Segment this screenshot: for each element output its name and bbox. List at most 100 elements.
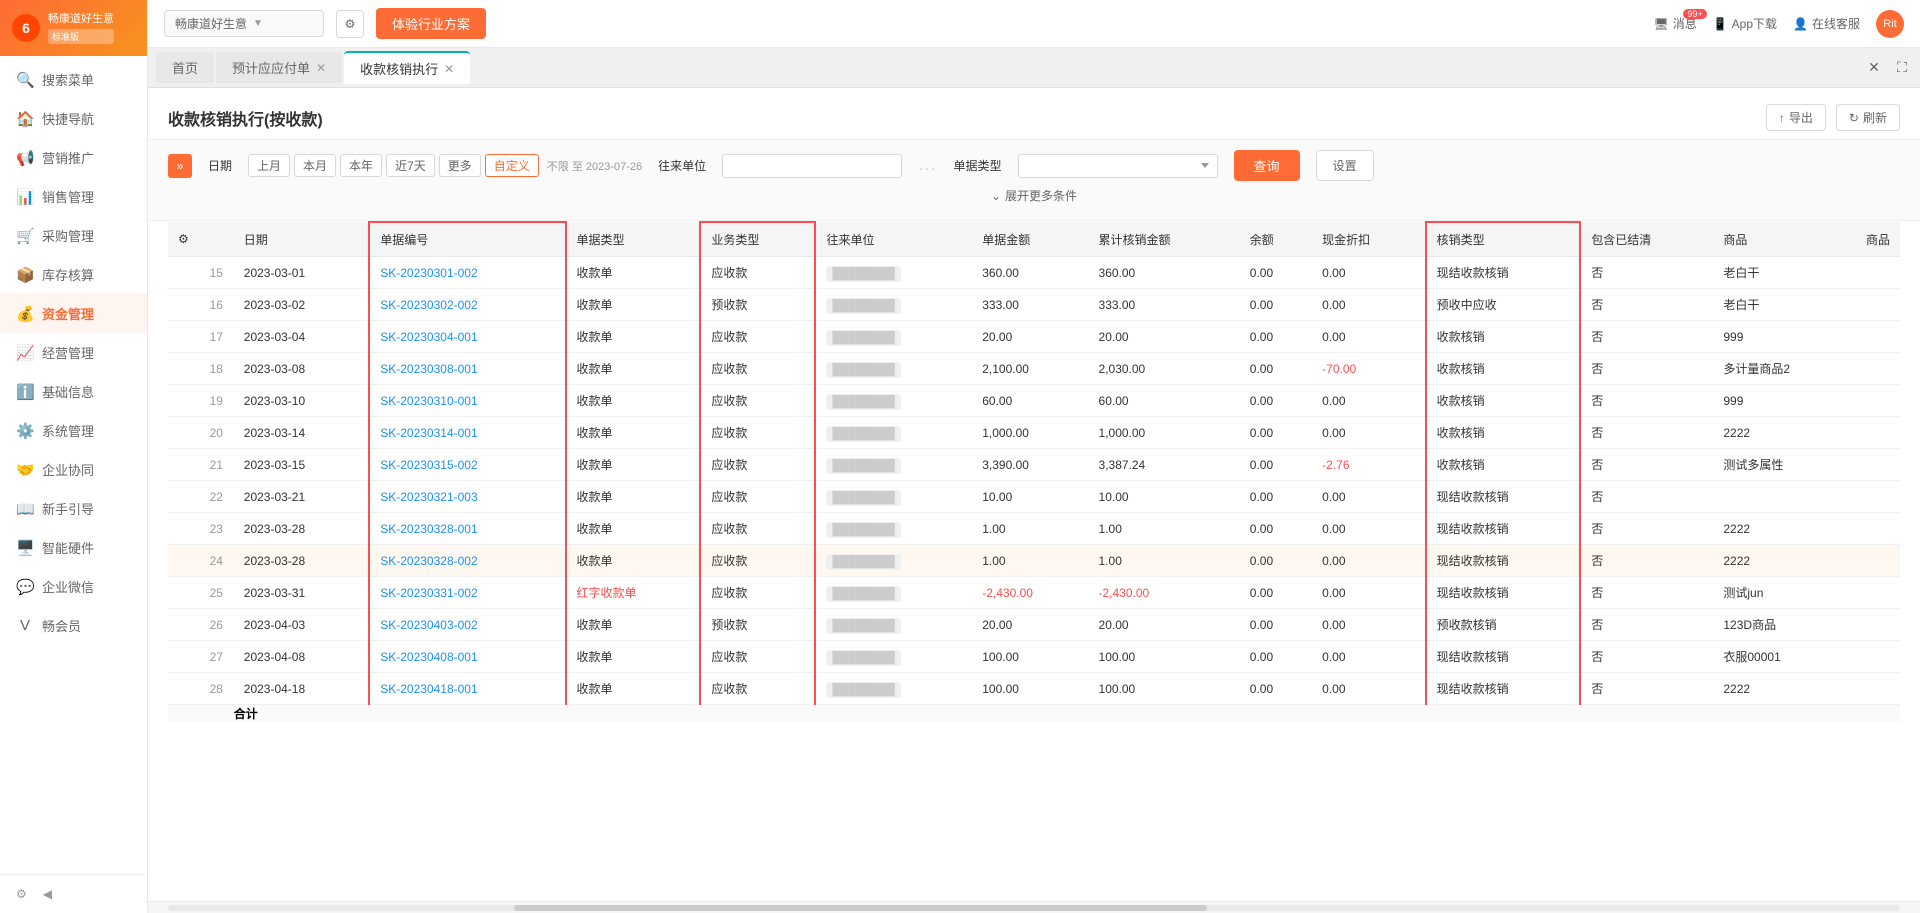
sidebar-item-guide[interactable]: 📖 新手引导: [0, 489, 147, 528]
tab-receivable[interactable]: 预计应应付单 ✕: [216, 52, 342, 83]
date-more-btn[interactable]: 更多: [439, 154, 481, 177]
col-cash-cell: 0.00: [1312, 673, 1425, 705]
col-settings-header[interactable]: ⚙: [168, 222, 199, 257]
partner-value: ████████: [826, 682, 900, 698]
date-last-month-btn[interactable]: 上月: [248, 154, 290, 177]
bill-no-link[interactable]: SK-20230308-001: [380, 362, 477, 376]
sidebar-item-inventory[interactable]: 📦 库存核算: [0, 255, 147, 294]
col-product2-cell: [1856, 385, 1900, 417]
table-row: 26 2023-04-03 SK-20230403-002 收款单 预收款 ██…: [168, 609, 1900, 641]
query-button[interactable]: 查询: [1234, 150, 1300, 181]
sidebar-item-finance[interactable]: 💰 资金管理: [0, 294, 147, 333]
col-product1-cell: 衣服00001: [1713, 641, 1856, 673]
filter-expand-button[interactable]: »: [168, 154, 192, 178]
col-rowno-cell: 21: [199, 449, 234, 481]
bill-no-link[interactable]: SK-20230331-002: [380, 586, 477, 600]
export-button[interactable]: ↑ 导出: [1766, 104, 1826, 131]
col-billtype-cell: 收款单: [566, 353, 701, 385]
col-product1-cell: 2222: [1713, 545, 1856, 577]
expand-window-button[interactable]: ⛶: [1892, 58, 1912, 78]
bill-no-link[interactable]: SK-20230328-001: [380, 522, 477, 536]
bill-no-link[interactable]: SK-20230328-002: [380, 554, 477, 568]
date-custom-btn[interactable]: 自定义: [485, 154, 539, 177]
col-partner-cell: ████████: [815, 577, 972, 609]
bill-no-link[interactable]: SK-20230408-001: [380, 650, 477, 664]
sidebar-item-hardware[interactable]: 🖥️ 智能硬件: [0, 528, 147, 567]
sidebar-item-purchase[interactable]: 🛒 采购管理: [0, 216, 147, 255]
logo-icon: 6: [12, 14, 40, 42]
partner-input[interactable]: [722, 154, 902, 178]
basic-icon: ℹ️: [16, 383, 34, 401]
col-product1-cell: 999: [1713, 321, 1856, 353]
tab-collection-close[interactable]: ✕: [444, 62, 454, 76]
close-window-button[interactable]: ✕: [1864, 58, 1884, 78]
col-include-settled-header: 包含已结清: [1580, 222, 1713, 257]
solution-button[interactable]: 体验行业方案: [376, 8, 486, 39]
company-selector[interactable]: 畅康道好生意 ▼: [164, 10, 324, 37]
messages-button[interactable]: 🖥 消息 99+: [1653, 15, 1696, 32]
col-balance-cell: 0.00: [1240, 641, 1312, 673]
partner-value: ████████: [826, 394, 900, 410]
tab-collection[interactable]: 收款核销执行 ✕: [344, 51, 470, 84]
settings-button[interactable]: 设置: [1316, 150, 1374, 181]
tab-home[interactable]: 首页: [156, 52, 214, 83]
horizontal-scrollbar[interactable]: [148, 901, 1920, 913]
sidebar-item-wechat[interactable]: 💬 企业微信: [0, 567, 147, 606]
sidebar-item-quick-nav[interactable]: 🏠 快捷导航: [0, 99, 147, 138]
sidebar-item-member[interactable]: V 畅会员: [0, 606, 147, 645]
sidebar-item-operation[interactable]: 📈 经营管理: [0, 333, 147, 372]
bill-no-link[interactable]: SK-20230304-001: [380, 330, 477, 344]
bill-type-select[interactable]: [1018, 154, 1218, 178]
sidebar-item-system[interactable]: ⚙️ 系统管理: [0, 411, 147, 450]
bill-no-link[interactable]: SK-20230302-002: [380, 298, 477, 312]
bill-no-link[interactable]: SK-20230315-002: [380, 458, 477, 472]
bill-no-link[interactable]: SK-20230403-002: [380, 618, 477, 632]
tab-bar: 首页 预计应应付单 ✕ 收款核销执行 ✕ ✕ ⛶: [148, 48, 1920, 88]
settings-footer-icon[interactable]: ⚙: [16, 887, 27, 901]
bill-no-link[interactable]: SK-20230301-002: [380, 266, 477, 280]
refresh-button[interactable]: ↻ 刷新: [1836, 104, 1900, 131]
col-settings-cell: [168, 673, 199, 705]
app-download-button[interactable]: 📱 App下载: [1713, 15, 1777, 32]
bill-no-link[interactable]: SK-20230418-001: [380, 682, 477, 696]
col-partner-header: 往来单位: [815, 222, 972, 257]
footer-cancel: [1426, 705, 1581, 723]
date-7-days-btn[interactable]: 近7天: [386, 154, 435, 177]
col-billtype-cell: 收款单: [566, 289, 701, 321]
sidebar-item-label: 资金管理: [42, 304, 94, 323]
logo-title: 畅康道好生意: [48, 12, 114, 26]
footer-biztype: [700, 705, 815, 723]
table-container: ⚙ 日期 单据编号 单据类型 业务类型 往来单位 单据金额 累计核销: [148, 221, 1920, 901]
bill-no-link[interactable]: SK-20230314-001: [380, 426, 477, 440]
col-include-cell: 否: [1580, 417, 1713, 449]
sidebar-item-search[interactable]: 🔍 搜索菜单: [0, 60, 147, 99]
bill-no-link[interactable]: SK-20230321-003: [380, 490, 477, 504]
column-settings-icon[interactable]: ⚙: [178, 232, 189, 246]
date-label: 日期: [208, 157, 232, 174]
online-service-button[interactable]: 👤 在线客服: [1793, 15, 1860, 32]
scrollbar-thumb[interactable]: [514, 905, 1207, 911]
enterprise-icon: 🤝: [16, 461, 34, 479]
date-this-month-btn[interactable]: 本月: [294, 154, 336, 177]
col-billno-cell: SK-20230331-002: [369, 577, 565, 609]
more-conditions-button[interactable]: ⌄ 展开更多条件: [991, 187, 1077, 204]
col-cum-cell: 1.00: [1089, 545, 1240, 577]
col-billno-cell: SK-20230418-001: [369, 673, 565, 705]
collapse-icon[interactable]: ◀: [43, 887, 52, 901]
chevron-down-icon: ⌄: [991, 189, 1001, 203]
sidebar-item-sales[interactable]: 📊 销售管理: [0, 177, 147, 216]
col-product1-cell: 测试多属性: [1713, 449, 1856, 481]
tab-receivable-close[interactable]: ✕: [316, 61, 326, 75]
col-rowno-cell: 22: [199, 481, 234, 513]
sidebar-item-marketing[interactable]: 📢 营销推广: [0, 138, 147, 177]
filter-dots: ...: [918, 157, 937, 175]
user-avatar[interactable]: Rit: [1876, 10, 1904, 38]
bill-no-link[interactable]: SK-20230310-001: [380, 394, 477, 408]
date-this-year-btn[interactable]: 本年: [340, 154, 382, 177]
topbar-gear-button[interactable]: ⚙: [336, 10, 364, 38]
col-billno-cell: SK-20230403-002: [369, 609, 565, 641]
col-balance-cell: 0.00: [1240, 545, 1312, 577]
sidebar-item-enterprise[interactable]: 🤝 企业协同: [0, 450, 147, 489]
partner-value: ████████: [826, 266, 900, 282]
sidebar-item-basic[interactable]: ℹ️ 基础信息: [0, 372, 147, 411]
